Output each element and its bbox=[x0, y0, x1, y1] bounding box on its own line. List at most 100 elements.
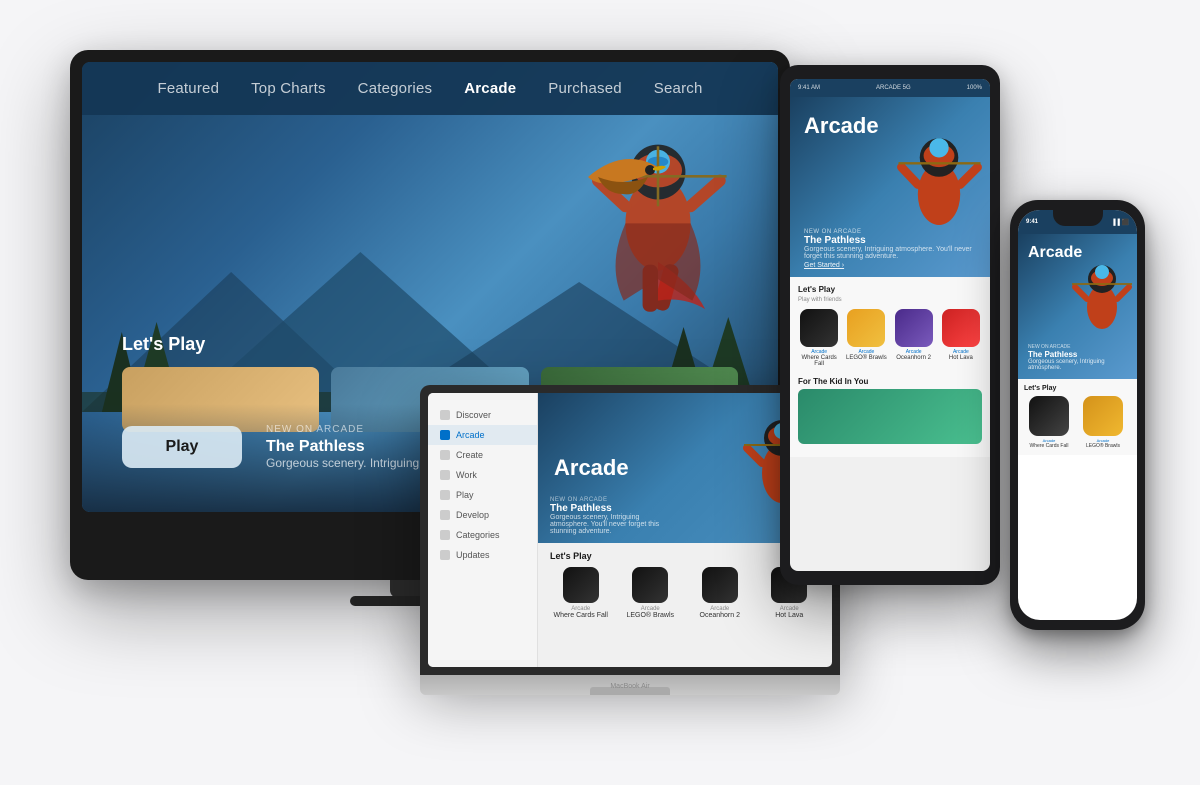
create-icon bbox=[440, 450, 450, 460]
iphone-game-row: Arcade Where Cards Fall Arcade LEGO® Bra… bbox=[1024, 396, 1131, 449]
ipad-hero-banner: Arcade NEW ON ARCADE The Pathless bbox=[790, 97, 990, 277]
iphone-notch bbox=[1053, 210, 1103, 226]
tv-new-on-arcade-badge: NEW ON ARCADE bbox=[266, 424, 433, 435]
macbook-screen-container: Discover Arcade Create Work bbox=[420, 385, 840, 675]
iphone-time: 9:41 bbox=[1026, 219, 1038, 226]
tv-navigation: Featured Top Charts Categories Arcade Pu… bbox=[82, 62, 778, 115]
iphone-screen: 9:41 ▐▐ ⬛ Arcade bbox=[1018, 210, 1137, 620]
macbook-device: Discover Arcade Create Work bbox=[420, 385, 840, 725]
ipad-lets-play-sub: Play with friends bbox=[798, 297, 982, 303]
macbook-game-where-cards-fall[interactable]: Arcade Where Cards Fall bbox=[550, 567, 612, 619]
tv-game-title: The Pathless bbox=[266, 438, 433, 456]
ipad-for-kid-title: For The Kid In You bbox=[798, 377, 982, 386]
tv-nav-arcade[interactable]: Arcade bbox=[464, 80, 516, 97]
iphone-game-name-1: Where Cards Fall bbox=[1024, 443, 1074, 449]
ipad-lets-play-title: Let's Play bbox=[798, 285, 982, 294]
categories-icon bbox=[440, 530, 450, 540]
ipad-network: ARCADE 5G bbox=[876, 85, 911, 91]
macbook-sidebar-discover[interactable]: Discover bbox=[428, 405, 537, 425]
ipad-game-info: NEW ON ARCADE The Pathless Gorgeous scen… bbox=[804, 229, 990, 269]
macbook-sidebar-develop[interactable]: Develop bbox=[428, 505, 537, 525]
iphone-bezel: 9:41 ▐▐ ⬛ Arcade bbox=[1010, 200, 1145, 630]
ipad-time: 9:41 AM bbox=[798, 85, 820, 91]
iphone-device: 9:41 ▐▐ ⬛ Arcade bbox=[1010, 200, 1145, 630]
play-icon bbox=[440, 490, 450, 500]
ipad-game-name-4: Hot Lava bbox=[940, 355, 982, 361]
iphone-game-2[interactable]: Arcade LEGO® Brawls bbox=[1078, 396, 1128, 449]
ipad-device: 9:41 AM ARCADE 5G 100% Arcade bbox=[780, 65, 1000, 585]
ipad-game-icon-2 bbox=[847, 309, 885, 347]
iphone-content: Let's Play Arcade Where Cards Fall Arcad… bbox=[1018, 379, 1137, 455]
ipad-game-icon-4 bbox=[942, 309, 980, 347]
ipad-game-title: The Pathless bbox=[804, 235, 990, 246]
iphone-status-icons: ▐▐ ⬛ bbox=[1111, 219, 1129, 226]
macbook-sidebar-play[interactable]: Play bbox=[428, 485, 537, 505]
tv-nav-search[interactable]: Search bbox=[654, 80, 703, 97]
macbook-sidebar-arcade[interactable]: Arcade bbox=[428, 425, 537, 445]
ipad-game-icon-1 bbox=[800, 309, 838, 347]
tv-game-desc: Gorgeous scenery. Intriguing at bbox=[266, 456, 433, 470]
ipad-for-kid-banner[interactable] bbox=[798, 389, 982, 444]
tv-game-info: NEW ON ARCADE The Pathless Gorgeous scen… bbox=[266, 424, 433, 470]
iphone-game-desc: Gorgeous scenery, Intriguing atmosphere. bbox=[1028, 359, 1137, 371]
macbook-base: MacBook Air bbox=[420, 675, 840, 695]
updates-icon bbox=[440, 550, 450, 560]
iphone-game-icon-2 bbox=[1083, 396, 1123, 436]
ipad-for-kid-section: For The Kid In You bbox=[798, 377, 982, 444]
macbook-sidebar: Discover Arcade Create Work bbox=[428, 393, 538, 667]
develop-icon bbox=[440, 510, 450, 520]
game-icon-lego-brawls bbox=[632, 567, 668, 603]
ipad-arcade-title: Arcade bbox=[804, 113, 879, 139]
iphone-game-title: The Pathless bbox=[1028, 350, 1137, 359]
macbook-sidebar-create[interactable]: Create bbox=[428, 445, 537, 465]
macbook-arcade-title: Arcade bbox=[554, 455, 629, 481]
ipad-status-bar: 9:41 AM ARCADE 5G 100% bbox=[790, 79, 990, 97]
game-icon-oceanhorn bbox=[702, 567, 738, 603]
macbook-sidebar-categories[interactable]: Categories bbox=[428, 525, 537, 545]
macbook-game-lego-brawls[interactable]: Arcade LEGO® Brawls bbox=[620, 567, 682, 619]
ipad-game-name-3: Oceanhorn 2 bbox=[893, 355, 935, 361]
ipad-game-where-cards-fall[interactable]: Arcade Where Cards Fall bbox=[798, 309, 840, 367]
ipad-game-row: Arcade Where Cards Fall Arcade LEGO® Bra… bbox=[798, 309, 982, 367]
ipad-battery: 100% bbox=[967, 85, 982, 91]
tv-play-button[interactable]: Play bbox=[122, 426, 242, 468]
tv-bird bbox=[578, 142, 668, 212]
macbook-sidebar-updates[interactable]: Updates bbox=[428, 545, 537, 565]
ipad-content: Let's Play Play with friends Arcade Wher… bbox=[790, 277, 990, 457]
macbook-sidebar-work[interactable]: Work bbox=[428, 465, 537, 485]
macbook-model-label: MacBook Air bbox=[610, 683, 649, 690]
ipad-game-hot-lava[interactable]: Arcade Hot Lava bbox=[940, 309, 982, 367]
ipad-screen: 9:41 AM ARCADE 5G 100% Arcade bbox=[790, 79, 990, 571]
ipad-game-lego-brawls[interactable]: Arcade LEGO® Brawls bbox=[845, 309, 887, 367]
tv-nav-categories[interactable]: Categories bbox=[358, 80, 433, 97]
macbook-game-name-3: Oceanhorn 2 bbox=[689, 612, 751, 619]
iphone-lets-play-title: Let's Play bbox=[1024, 385, 1131, 392]
iphone-character bbox=[1072, 249, 1132, 349]
macbook-game-name-1: Where Cards Fall bbox=[550, 612, 612, 619]
ipad-game-name-1: Where Cards Fall bbox=[798, 355, 840, 367]
tv-nav-top-charts[interactable]: Top Charts bbox=[251, 80, 326, 97]
discover-icon bbox=[440, 410, 450, 420]
macbook-featured-desc: Gorgeous scenery, Intriguing atmosphere.… bbox=[550, 514, 670, 535]
tv-nav-purchased[interactable]: Purchased bbox=[548, 80, 622, 97]
iphone-hero-banner: Arcade NEW ON ARCADE The Pathless bbox=[1018, 234, 1137, 379]
macbook-game-oceanhorn[interactable]: Arcade Oceanhorn 2 bbox=[689, 567, 751, 619]
game-icon-where-cards-fall bbox=[563, 567, 599, 603]
ipad-bezel: 9:41 AM ARCADE 5G 100% Arcade bbox=[780, 65, 1000, 585]
scene: Featured Top Charts Categories Arcade Pu… bbox=[0, 0, 1200, 785]
macbook-featured-info: NEW ON ARCADE The Pathless Gorgeous scen… bbox=[550, 497, 670, 535]
ipad-game-desc: Gorgeous scenery, Intriguing atmosphere.… bbox=[804, 246, 990, 260]
iphone-game-name-2: LEGO® Brawls bbox=[1078, 443, 1128, 449]
ipad-game-oceanhorn[interactable]: Arcade Oceanhorn 2 bbox=[893, 309, 935, 367]
ipad-get-started-link[interactable]: Get Started › bbox=[804, 262, 990, 269]
iphone-game-1[interactable]: Arcade Where Cards Fall bbox=[1024, 396, 1074, 449]
arcade-icon bbox=[440, 430, 450, 440]
macbook-screen: Discover Arcade Create Work bbox=[428, 393, 832, 667]
iphone-game-info: NEW ON ARCADE The Pathless Gorgeous scen… bbox=[1028, 344, 1137, 371]
work-icon bbox=[440, 470, 450, 480]
iphone-game-icon-1 bbox=[1029, 396, 1069, 436]
tv-nav-featured[interactable]: Featured bbox=[157, 80, 219, 97]
tv-lets-play-title: Let's Play bbox=[122, 334, 738, 355]
macbook-game-name-2: LEGO® Brawls bbox=[620, 612, 682, 619]
macbook-featured-title: The Pathless bbox=[550, 503, 670, 514]
